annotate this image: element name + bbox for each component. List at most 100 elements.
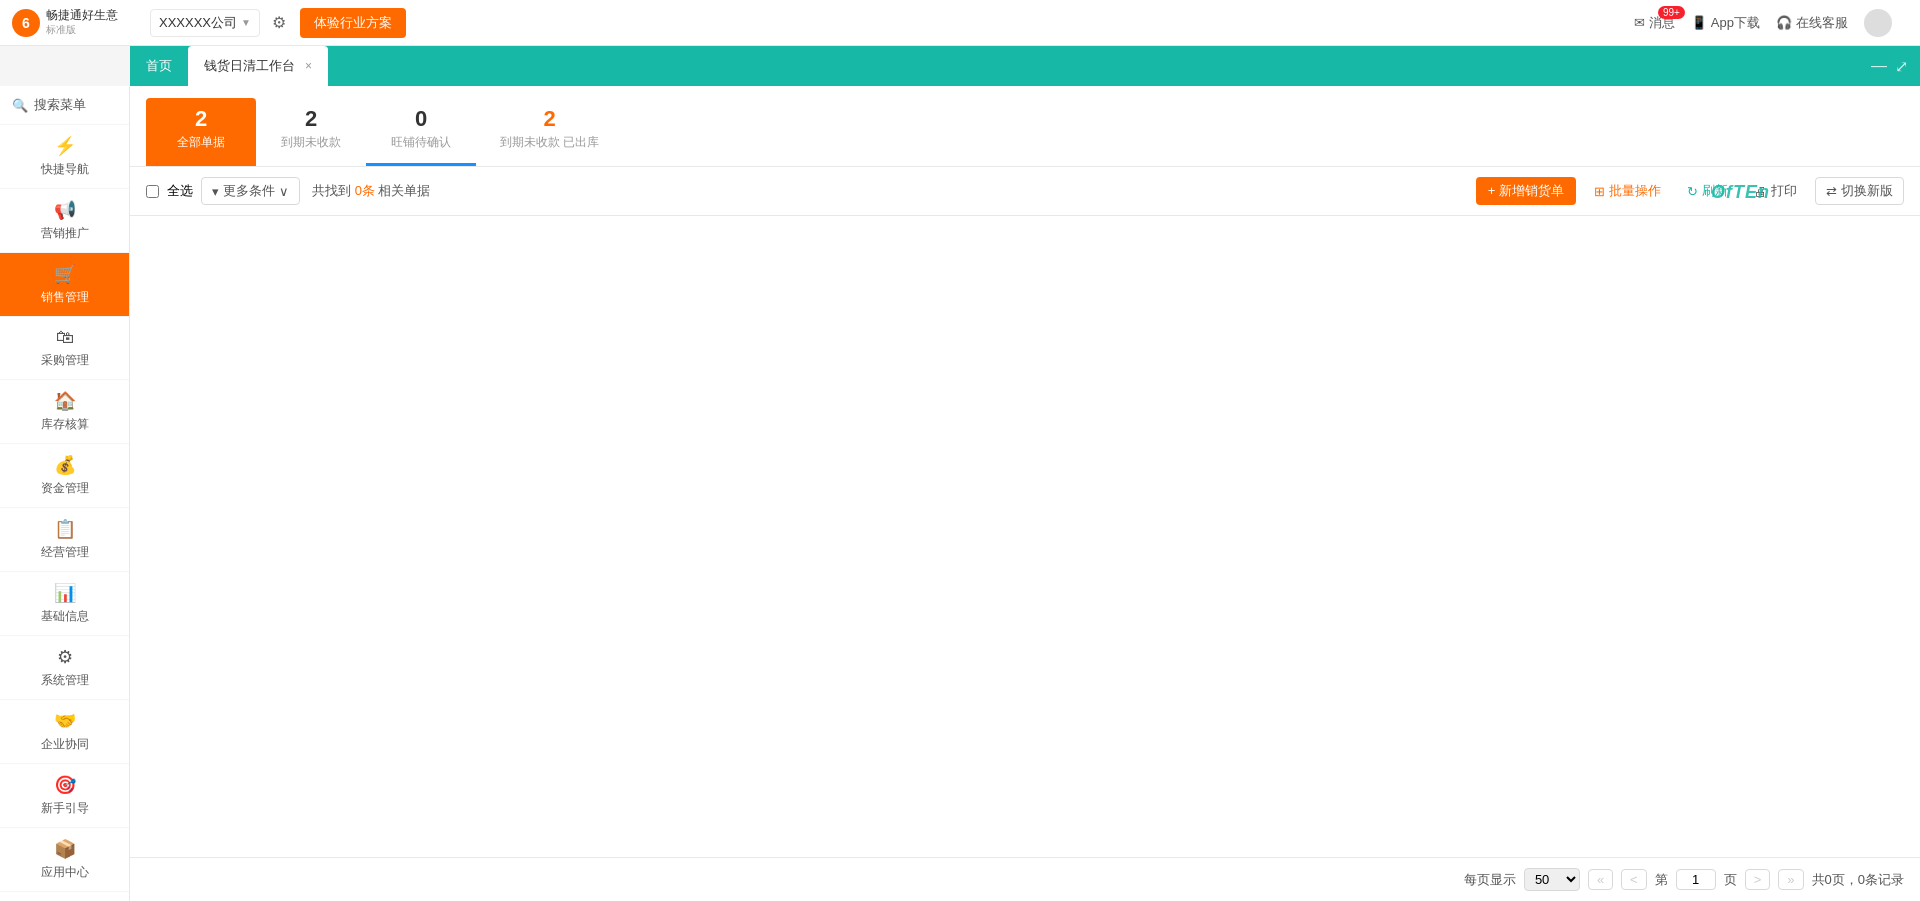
- print-button[interactable]: 🖨 打印: [1746, 178, 1805, 204]
- tab-bar-actions: — ⤢: [1871, 57, 1920, 76]
- stat-tab-overdue[interactable]: 2 到期未收款: [256, 98, 366, 166]
- sidebar-item-marketing[interactable]: 📢 营销推广: [0, 189, 129, 253]
- tab-minimize-btn[interactable]: —: [1871, 57, 1887, 75]
- page-prefix: 第: [1655, 871, 1668, 889]
- top-header: 6 畅捷通好生意 标准版 XXXXXX公司 ▼ ⚙ 体验行业方案 ✉ 消息 99…: [0, 0, 1920, 46]
- sidebar-item-label: 快捷导航: [41, 161, 89, 178]
- basic-info-icon: 📊: [54, 582, 76, 604]
- stat-tab-pending[interactable]: 0 旺铺待确认: [366, 98, 476, 166]
- print-icon: 🖨: [1754, 184, 1767, 199]
- app-download[interactable]: 📱 App下载: [1691, 14, 1760, 32]
- sidebar-item-label: 库存核算: [41, 416, 89, 433]
- stat-label-overdue: 到期未收款: [281, 134, 341, 151]
- settings-icon[interactable]: ⚙: [268, 9, 290, 36]
- switch-icon: ⇄: [1826, 184, 1837, 199]
- tab-maximize-btn[interactable]: ⤢: [1895, 57, 1908, 76]
- sidebar-item-guide[interactable]: 🎯 新手引导: [0, 764, 129, 828]
- batch-icon: ⊞: [1594, 184, 1605, 199]
- filter-button[interactable]: ▾ 更多条件 ∨: [201, 177, 300, 205]
- inventory-icon: 🏠: [54, 390, 76, 412]
- chevron-down-icon: ▼: [241, 17, 251, 28]
- switch-version-button[interactable]: ⇄ 切换新版: [1815, 177, 1904, 205]
- logo-area: 6 畅捷通好生意 标准版: [12, 8, 142, 38]
- stat-tab-all[interactable]: 2 全部单据: [146, 98, 256, 166]
- select-all-label: 全选: [167, 182, 193, 200]
- download-icon: 📱: [1691, 15, 1707, 30]
- sidebar-item-label: 基础信息: [41, 608, 89, 625]
- sidebar-item-app-center[interactable]: 📦 应用中心: [0, 828, 129, 892]
- logo-icon: 6: [12, 9, 40, 37]
- layout: 🔍 搜索菜单 ⚡ 快捷导航 📢 营销推广 🛒 销售管理 🛍 采购管理 🏠 库存核…: [0, 86, 1920, 901]
- sidebar-item-inventory[interactable]: 🏠 库存核算: [0, 380, 129, 444]
- toolbar-right: + 新增销货单 ⊞ 批量操作 ↻ 刷新 🖨 打印 ⇄ 切换新版: [1476, 177, 1904, 205]
- first-page-button[interactable]: «: [1588, 869, 1613, 890]
- header-right: ✉ 消息 99+ 📱 App下载 🎧 在线客服: [1634, 9, 1908, 37]
- message-icon: ✉: [1634, 15, 1645, 30]
- sidebar-item-wechat[interactable]: 💬 企业微信: [0, 892, 129, 901]
- tab-home[interactable]: 首页: [130, 46, 188, 86]
- found-suffix: 相关单据: [378, 183, 430, 198]
- sidebar-item-quick-nav[interactable]: ⚡ 快捷导航: [0, 125, 129, 189]
- search-menu[interactable]: 🔍 搜索菜单: [0, 86, 129, 125]
- found-count: 0条: [355, 183, 375, 198]
- company-selector[interactable]: XXXXXX公司 ▼: [150, 9, 260, 37]
- page-suffix: 页: [1724, 871, 1737, 889]
- sidebar-item-system[interactable]: ⚙ 系统管理: [0, 636, 129, 700]
- app-subtitle: 标准版: [46, 23, 118, 37]
- batch-operation-button[interactable]: ⊞ 批量操作: [1586, 178, 1669, 204]
- tab-close-icon[interactable]: ×: [305, 59, 312, 73]
- operations-icon: 📋: [54, 518, 76, 540]
- sidebar-item-sales[interactable]: 🛒 销售管理: [0, 253, 129, 317]
- system-icon: ⚙: [57, 646, 73, 668]
- home-label: 首页: [146, 57, 172, 75]
- tab-bar: 首页 钱货日清工作台 × — ⤢: [130, 46, 1920, 86]
- stats-tabs: 2 全部单据 2 到期未收款 0 旺铺待确认 2 到期未收款 已出库: [130, 86, 1920, 167]
- sidebar-item-label: 资金管理: [41, 480, 89, 497]
- app-title: 畅捷通好生意: [46, 8, 118, 24]
- batch-label: 批量操作: [1609, 182, 1661, 200]
- stat-tab-overdue-out[interactable]: 2 到期未收款 已出库: [476, 98, 623, 166]
- refresh-icon: ↻: [1687, 184, 1698, 199]
- add-sales-order-button[interactable]: + 新增销货单: [1476, 177, 1576, 205]
- switch-label: 切换新版: [1841, 182, 1893, 200]
- page-size-select[interactable]: 50 100: [1524, 868, 1580, 891]
- message-badge: 99+: [1658, 6, 1685, 19]
- sidebar-item-label: 销售管理: [41, 289, 89, 306]
- trial-button[interactable]: 体验行业方案: [300, 8, 406, 38]
- sidebar-item-label: 系统管理: [41, 672, 89, 689]
- online-support-label: 在线客服: [1796, 14, 1848, 32]
- last-page-button[interactable]: »: [1778, 869, 1803, 890]
- finance-icon: 💰: [54, 454, 76, 476]
- message-area[interactable]: ✉ 消息 99+: [1634, 14, 1675, 32]
- active-tab-label: 钱货日清工作台: [204, 57, 295, 75]
- next-page-button[interactable]: >: [1745, 869, 1771, 890]
- stat-label-pending: 旺铺待确认: [391, 134, 451, 151]
- sidebar-item-purchase[interactable]: 🛍 采购管理: [0, 317, 129, 380]
- sidebar-item-label: 采购管理: [41, 352, 89, 369]
- total-records: 共0页，0条记录: [1812, 871, 1904, 889]
- marketing-icon: 📢: [54, 199, 76, 221]
- sidebar-item-cooperation[interactable]: 🤝 企业协同: [0, 700, 129, 764]
- sidebar-item-label: 营销推广: [41, 225, 89, 242]
- found-prefix: 共找到: [312, 183, 351, 198]
- tab-active[interactable]: 钱货日清工作台 ×: [188, 46, 328, 86]
- filter-chevron: ∨: [279, 184, 289, 199]
- sidebar-item-operations[interactable]: 📋 经营管理: [0, 508, 129, 572]
- filter-label: 更多条件: [223, 182, 275, 200]
- online-support[interactable]: 🎧 在线客服: [1776, 14, 1848, 32]
- avatar[interactable]: [1864, 9, 1892, 37]
- guide-icon: 🎯: [54, 774, 76, 796]
- sidebar-item-basic-info[interactable]: 📊 基础信息: [0, 572, 129, 636]
- refresh-button[interactable]: ↻ 刷新: [1679, 178, 1736, 204]
- sales-icon: 🛒: [54, 263, 76, 285]
- app-download-label: App下载: [1711, 14, 1760, 32]
- sidebar-item-finance[interactable]: 💰 资金管理: [0, 444, 129, 508]
- select-all-checkbox[interactable]: [146, 185, 159, 198]
- purchase-icon: 🛍: [56, 327, 74, 348]
- sidebar: 🔍 搜索菜单 ⚡ 快捷导航 📢 营销推广 🛒 销售管理 🛍 采购管理 🏠 库存核…: [0, 86, 130, 901]
- prev-page-button[interactable]: <: [1621, 869, 1647, 890]
- page-number-input[interactable]: [1676, 869, 1716, 890]
- sidebar-item-label: 应用中心: [41, 864, 89, 881]
- stat-label-all: 全部单据: [177, 134, 225, 151]
- support-icon: 🎧: [1776, 15, 1792, 30]
